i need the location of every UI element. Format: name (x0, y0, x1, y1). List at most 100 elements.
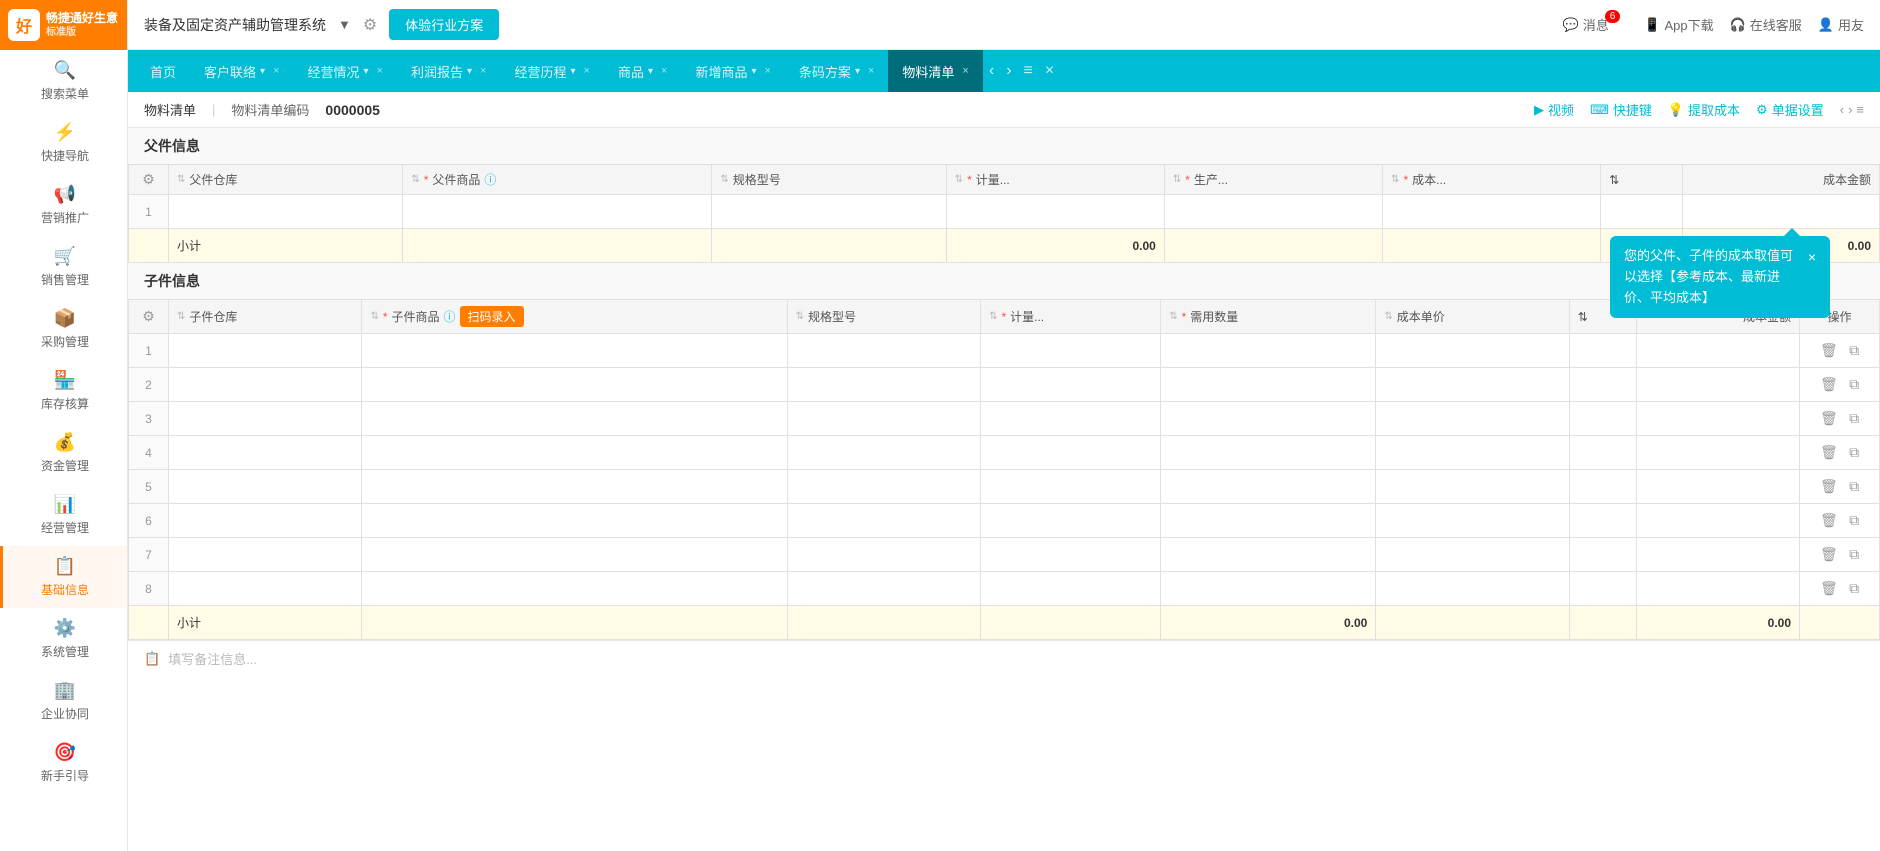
child-need-qty-2[interactable] (1161, 368, 1376, 402)
child-unit-cost-7[interactable] (1376, 538, 1569, 572)
delete-button-2[interactable]: 🗑 (1816, 374, 1842, 395)
nav-next-btn[interactable]: › (1000, 62, 1017, 80)
page-prev-icon[interactable]: ‹ (1840, 102, 1844, 117)
messages-button[interactable]: 💬 消息 6 (1563, 15, 1629, 34)
child-qty-unit-1[interactable] (981, 334, 1161, 368)
tab-history[interactable]: 经营历程 ▾ × (500, 50, 603, 92)
tab-bom[interactable]: 物料清单 × (888, 50, 982, 92)
child-goods-5[interactable] (362, 470, 787, 504)
parent-produce-1[interactable] (1164, 195, 1382, 229)
child-goods-7[interactable] (362, 538, 787, 572)
sidebar-item-quick-nav[interactable]: ⚡ 快捷导航 (0, 112, 127, 174)
child-warehouse-6[interactable] (169, 504, 362, 538)
tooltip-close-button[interactable]: × (1808, 246, 1816, 268)
child-unit-cost-8[interactable] (1376, 572, 1569, 606)
delete-button-5[interactable]: 🗑 (1816, 476, 1842, 497)
child-spec-5[interactable] (787, 470, 980, 504)
tab-home[interactable]: 首页 (136, 50, 190, 92)
child-goods-2[interactable] (362, 368, 787, 402)
tab-bom-close[interactable]: × (962, 65, 968, 77)
bill-settings-button[interactable]: ⚙ 单据设置 (1756, 100, 1824, 119)
tab-barcode-close[interactable]: × (868, 65, 874, 77)
child-need-qty-7[interactable] (1161, 538, 1376, 572)
copy-button-8[interactable]: ⧉ (1845, 578, 1863, 599)
tab-operation-status-close[interactable]: × (377, 65, 383, 77)
child-unit-cost-2[interactable] (1376, 368, 1569, 402)
child-spec-8[interactable] (787, 572, 980, 606)
child-goods-8[interactable] (362, 572, 787, 606)
delete-button-6[interactable]: 🗑 (1816, 510, 1842, 531)
child-need-qty-4[interactable] (1161, 436, 1376, 470)
parent-cost-1[interactable] (1383, 195, 1601, 229)
tab-goods-close[interactable]: × (661, 65, 667, 77)
user-button[interactable]: 👤 用友 (1818, 15, 1864, 34)
parent-spec-1[interactable] (712, 195, 946, 229)
child-goods-6[interactable] (362, 504, 787, 538)
child-warehouse-2[interactable] (169, 368, 362, 402)
child-spec-7[interactable] (787, 538, 980, 572)
child-need-qty-1[interactable] (1161, 334, 1376, 368)
online-service-button[interactable]: 🎧 在线客服 (1730, 15, 1802, 34)
delete-button-8[interactable]: 🗑 (1816, 578, 1842, 599)
child-qty-unit-6[interactable] (981, 504, 1161, 538)
video-button[interactable]: ▶ 视频 (1534, 100, 1574, 119)
copy-button-5[interactable]: ⧉ (1845, 476, 1863, 497)
sidebar-item-basic-info[interactable]: 📋 基础信息 (0, 546, 127, 608)
copy-button-1[interactable]: ⧉ (1845, 340, 1863, 361)
child-need-qty-5[interactable] (1161, 470, 1376, 504)
tab-barcode[interactable]: 条码方案 ▾ × (785, 50, 888, 92)
tab-customer-close[interactable]: × (273, 65, 279, 77)
sidebar-item-operation[interactable]: 📊 经营管理 (0, 484, 127, 546)
child-goods-1[interactable] (362, 334, 787, 368)
delete-button-4[interactable]: 🗑 (1816, 442, 1842, 463)
parent-qty-1[interactable] (946, 195, 1164, 229)
tab-add-goods[interactable]: 新增商品 ▾ × (681, 50, 784, 92)
delete-button-3[interactable]: 🗑 (1816, 408, 1842, 429)
sidebar-item-marketing[interactable]: 📢 营销推广 (0, 174, 127, 236)
nav-menu-btn[interactable]: ≡ (1018, 62, 1039, 80)
nav-prev-btn[interactable]: ‹ (983, 62, 1000, 80)
child-qty-unit-5[interactable] (981, 470, 1161, 504)
child-warehouse-8[interactable] (169, 572, 362, 606)
copy-button-7[interactable]: ⧉ (1845, 544, 1863, 565)
child-warehouse-4[interactable] (169, 436, 362, 470)
child-warehouse-1[interactable] (169, 334, 362, 368)
child-spec-2[interactable] (787, 368, 980, 402)
sidebar-item-finance[interactable]: 💰 资金管理 (0, 422, 127, 484)
bottom-bar[interactable]: 📋 填写备注信息... (128, 640, 1880, 676)
child-spec-1[interactable] (787, 334, 980, 368)
cost-button[interactable]: 💡 提取成本 (1668, 100, 1740, 119)
sidebar-item-enterprise[interactable]: 🏢 企业协同 (0, 670, 127, 732)
child-spec-4[interactable] (787, 436, 980, 470)
scan-button[interactable]: 扫码录入 (460, 306, 524, 327)
sidebar-item-sales[interactable]: 🛒 销售管理 (0, 236, 127, 298)
tab-history-close[interactable]: × (584, 65, 590, 77)
child-warehouse-7[interactable] (169, 538, 362, 572)
child-need-qty-8[interactable] (1161, 572, 1376, 606)
tab-goods[interactable]: 商品 ▾ × (604, 50, 681, 92)
child-qty-unit-7[interactable] (981, 538, 1161, 572)
shortcut-button[interactable]: ⌨ 快捷键 (1590, 100, 1652, 119)
child-unit-cost-3[interactable] (1376, 402, 1569, 436)
tab-customer[interactable]: 客户联络 ▾ × (190, 50, 293, 92)
child-unit-cost-5[interactable] (1376, 470, 1569, 504)
child-need-qty-3[interactable] (1161, 402, 1376, 436)
child-qty-unit-3[interactable] (981, 402, 1161, 436)
parent-th-gear[interactable]: ⚙ (129, 165, 169, 195)
child-warehouse-3[interactable] (169, 402, 362, 436)
list-view-icon[interactable]: ≡ (1856, 102, 1864, 117)
copy-button-4[interactable]: ⧉ (1845, 442, 1863, 463)
copy-button-3[interactable]: ⧉ (1845, 408, 1863, 429)
tab-add-goods-close[interactable]: × (764, 65, 770, 77)
sidebar-item-purchase[interactable]: 📦 采购管理 (0, 298, 127, 360)
child-unit-cost-1[interactable] (1376, 334, 1569, 368)
tab-operation-status[interactable]: 经营情况 ▾ × (294, 50, 397, 92)
parent-goods-1[interactable] (403, 195, 712, 229)
child-goods-4[interactable] (362, 436, 787, 470)
tab-profit[interactable]: 利润报告 ▾ × (397, 50, 500, 92)
child-warehouse-5[interactable] (169, 470, 362, 504)
copy-button-2[interactable]: ⧉ (1845, 374, 1863, 395)
page-next-icon[interactable]: › (1848, 102, 1852, 117)
trial-button[interactable]: 体验行业方案 (389, 9, 499, 40)
child-unit-cost-6[interactable] (1376, 504, 1569, 538)
